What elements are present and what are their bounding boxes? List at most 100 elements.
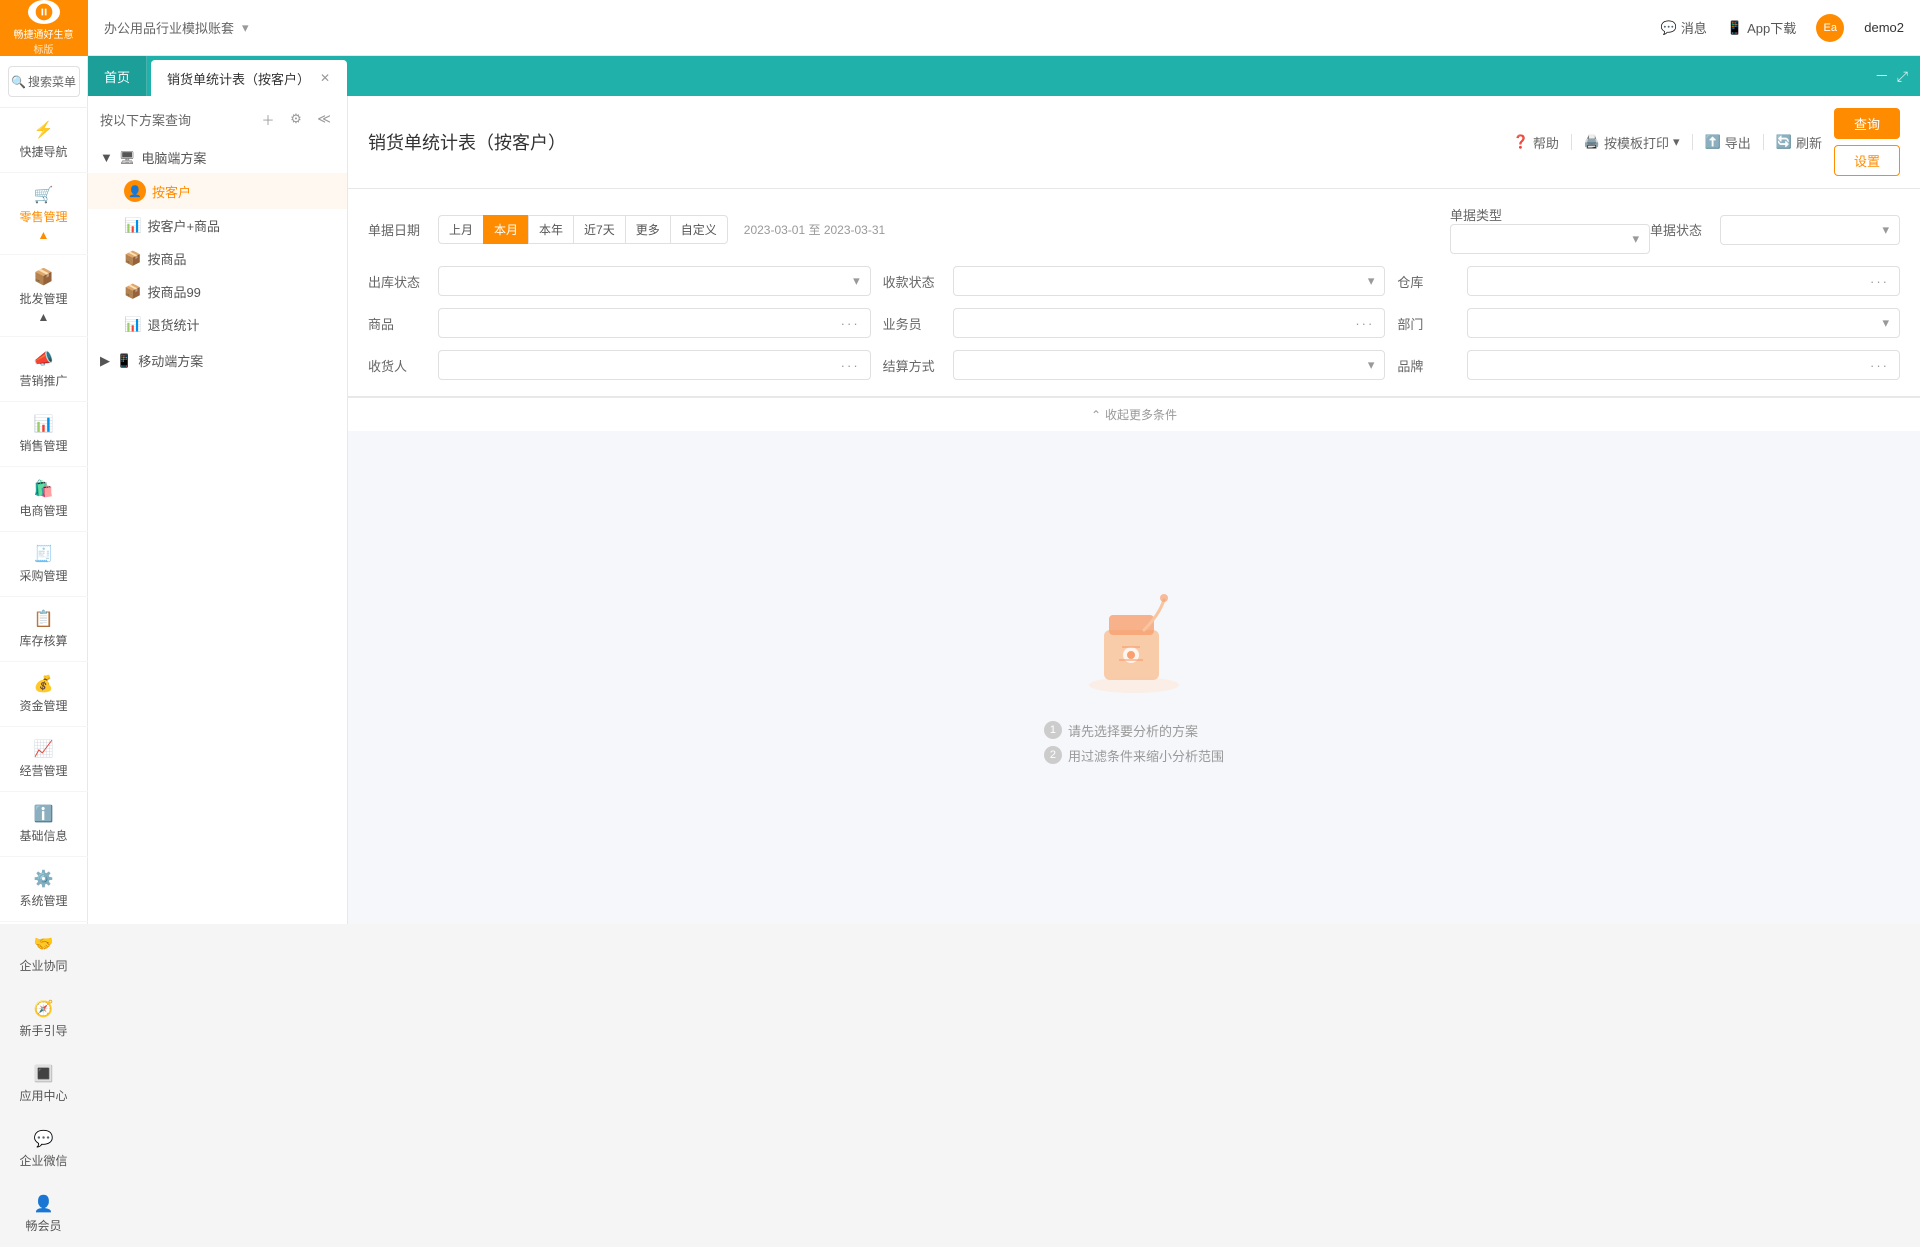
receipt-select[interactable]: ▾	[953, 266, 1386, 296]
main-area: 办公用品行业模拟账套 ▾ 💬 消息 📱 App下载 Ea demo2 首页 销货…	[88, 0, 1920, 924]
settings-scheme-button[interactable]: ⚙	[285, 108, 307, 130]
maximize-button[interactable]: ⤢	[1897, 68, 1908, 85]
last-7-btn[interactable]: 近7天	[573, 215, 625, 244]
last-month-btn[interactable]: 上月	[438, 215, 483, 244]
tab-close-button[interactable]: ✕	[320, 71, 330, 85]
sidebar-quick-nav[interactable]: ⚡ 快捷导航	[0, 108, 88, 173]
settings-button[interactable]: 设置	[1834, 145, 1900, 176]
status-label: 单据状态	[1650, 220, 1720, 239]
date-range-display: 2023-03-01 至 2023-03-31	[744, 221, 885, 238]
this-month-btn[interactable]: 本月	[483, 215, 528, 244]
tab-sales-stats[interactable]: 销货单统计表（按客户） ✕	[151, 60, 347, 96]
desktop-icon: 🖥	[119, 150, 136, 166]
collapse-filters-button[interactable]: ⌃ 收起更多条件	[348, 397, 1920, 431]
sidebar-item-wholesale[interactable]: 📦 批发管理 ▲	[0, 255, 88, 337]
add-scheme-button[interactable]: ＋	[257, 108, 279, 130]
staff-select[interactable]: ···	[953, 308, 1386, 338]
template-print-button[interactable]: 🖨️ 按模板打印 ▾	[1584, 133, 1680, 152]
status-select[interactable]: ▾	[1720, 215, 1900, 245]
settlement-select[interactable]: ▾	[953, 350, 1386, 380]
header-right: 💬 消息 📱 App下载 Ea demo2	[1661, 14, 1904, 42]
outbound-filter-row: 出库状态 ▾ 收款状态 ▾ 仓库 ···	[368, 266, 1900, 296]
marketing-icon: 📣	[34, 349, 54, 369]
outbound-select[interactable]: ▾	[438, 266, 871, 296]
divider-2	[1692, 134, 1693, 150]
scheme-item-by-customer-product[interactable]: 📊 按客户+商品	[88, 209, 347, 242]
date-filter-control: 上月 本月 本年 近7天 更多 自定义 2023-03-01 至 2023-03…	[438, 215, 1450, 244]
retail-icon: 🛒	[34, 185, 54, 205]
sidebar-item-cooperation[interactable]: 🤝 企业协同	[0, 922, 88, 987]
warehouse-label: 仓库	[1397, 272, 1467, 291]
content-area: 按以下方案查询 ＋ ⚙ ≪ ▼ 🖥 电脑端方案 👤 按客户	[88, 96, 1920, 924]
app-name: 畅捷通好生意	[14, 26, 74, 41]
basic-icon: ℹ️	[34, 804, 54, 824]
scheme-icon: 📊	[124, 217, 141, 234]
sidebar-item-guide[interactable]: 🧭 新手引导	[0, 987, 88, 1052]
custom-btn[interactable]: 自定义	[670, 215, 728, 244]
sidebar-item-purchase[interactable]: 🧾 采购管理	[0, 532, 88, 597]
sidebar-item-retail[interactable]: 🛒 零售管理 ▲	[0, 173, 88, 255]
scheme-item-by-product[interactable]: 📦 按商品	[88, 242, 347, 275]
user-avatar[interactable]: Ea	[1816, 14, 1844, 42]
sidebar-item-finance[interactable]: 💰 资金管理	[0, 662, 88, 727]
cooperation-icon: 🤝	[34, 934, 54, 954]
tab-bar: 首页 销货单统计表（按客户） ✕ － ⤢	[88, 56, 1920, 96]
sidebar-item-sales[interactable]: 📊 销售管理	[0, 402, 88, 467]
app-subtitle: 标版	[34, 41, 54, 56]
message-action[interactable]: 💬 消息	[1661, 18, 1707, 37]
brand-select[interactable]: ···	[1467, 350, 1900, 380]
tab-home[interactable]: 首页	[88, 56, 147, 96]
sidebar-item-member[interactable]: 👤 畅会员	[0, 1182, 88, 1247]
product-dots: ···	[841, 316, 860, 331]
warehouse-dots: ···	[1870, 274, 1889, 289]
mobile-group-title[interactable]: ▶ 📱 移动端方案	[88, 345, 347, 376]
sidebar-item-marketing[interactable]: 📣 营销推广	[0, 337, 88, 402]
this-year-btn[interactable]: 本年	[528, 215, 573, 244]
scheme-item-by-customer[interactable]: 👤 按客户	[88, 173, 347, 209]
warehouse-select[interactable]: ···	[1467, 266, 1900, 296]
system-icon: ⚙️	[34, 869, 54, 889]
scheme-icon-4: 📊	[124, 316, 141, 333]
staff-label: 业务员	[883, 314, 953, 333]
dept-select[interactable]: ▾	[1467, 308, 1900, 338]
export-button[interactable]: ⬆️ 导出	[1705, 133, 1751, 152]
group-expand-icon: ▼	[100, 150, 113, 165]
scheme-item-by-product-99[interactable]: 📦 按商品99	[88, 275, 347, 308]
sidebar-item-system[interactable]: ⚙️ 系统管理	[0, 857, 88, 922]
finance-icon: 💰	[34, 674, 54, 694]
sidebar-item-wechat[interactable]: 💬 企业微信	[0, 1117, 88, 1182]
sidebar-item-apps[interactable]: 🔳 应用中心	[0, 1052, 88, 1117]
scheme-item-return-stats[interactable]: 📊 退货统计	[88, 308, 347, 341]
top-header: 办公用品行业模拟账套 ▾ 💬 消息 📱 App下载 Ea demo2	[88, 0, 1920, 56]
message-icon: 💬	[1661, 20, 1677, 36]
desktop-group-title[interactable]: ▼ 🖥 电脑端方案	[88, 142, 347, 173]
nav-icon: ⚡	[34, 120, 54, 140]
page-header: 销货单统计表（按客户） ❓ 帮助 🖨️ 按模板打印 ▾ ⬆️	[348, 96, 1920, 189]
query-button[interactable]: 查询	[1834, 108, 1900, 139]
collapse-panel-button[interactable]: ≪	[313, 108, 335, 130]
receipt-label: 收款状态	[883, 272, 953, 291]
outbound-label: 出库状态	[368, 272, 438, 291]
receiver-select[interactable]: ···	[438, 350, 871, 380]
sidebar-item-inventory[interactable]: 📋 库存核算	[0, 597, 88, 662]
mobile-scheme-group: ▶ 📱 移动端方案	[88, 345, 347, 376]
status-arrow-icon: ▾	[1882, 222, 1889, 238]
sidebar-item-ecommerce[interactable]: 🛍️ 电商管理	[0, 467, 88, 532]
more-btn[interactable]: 更多	[625, 215, 670, 244]
brand-label: 品牌	[1397, 356, 1467, 375]
type-select[interactable]: ▾	[1450, 224, 1650, 254]
search-menu-button[interactable]: 🔍搜索菜单	[8, 66, 80, 97]
header-dropdown-arrow[interactable]: ▾	[242, 20, 249, 36]
product-select[interactable]: ···	[438, 308, 871, 338]
empty-state: 1 请先选择要分析的方案 2 用过滤条件来缩小分析范围	[348, 431, 1920, 924]
sidebar-item-basic[interactable]: ℹ️ 基础信息	[0, 792, 88, 857]
refresh-icon: 🔄	[1776, 134, 1792, 150]
receiver-label: 收货人	[368, 356, 438, 375]
minimize-button[interactable]: －	[1875, 66, 1889, 86]
sidebar-item-operations[interactable]: 📈 经营管理	[0, 727, 88, 792]
app-download-action[interactable]: 📱 App下载	[1727, 18, 1796, 37]
refresh-button[interactable]: 🔄 刷新	[1776, 133, 1822, 152]
export-icon: ⬆️	[1705, 134, 1721, 150]
help-button[interactable]: ❓ 帮助	[1513, 133, 1559, 152]
member-icon: 👤	[34, 1194, 54, 1214]
